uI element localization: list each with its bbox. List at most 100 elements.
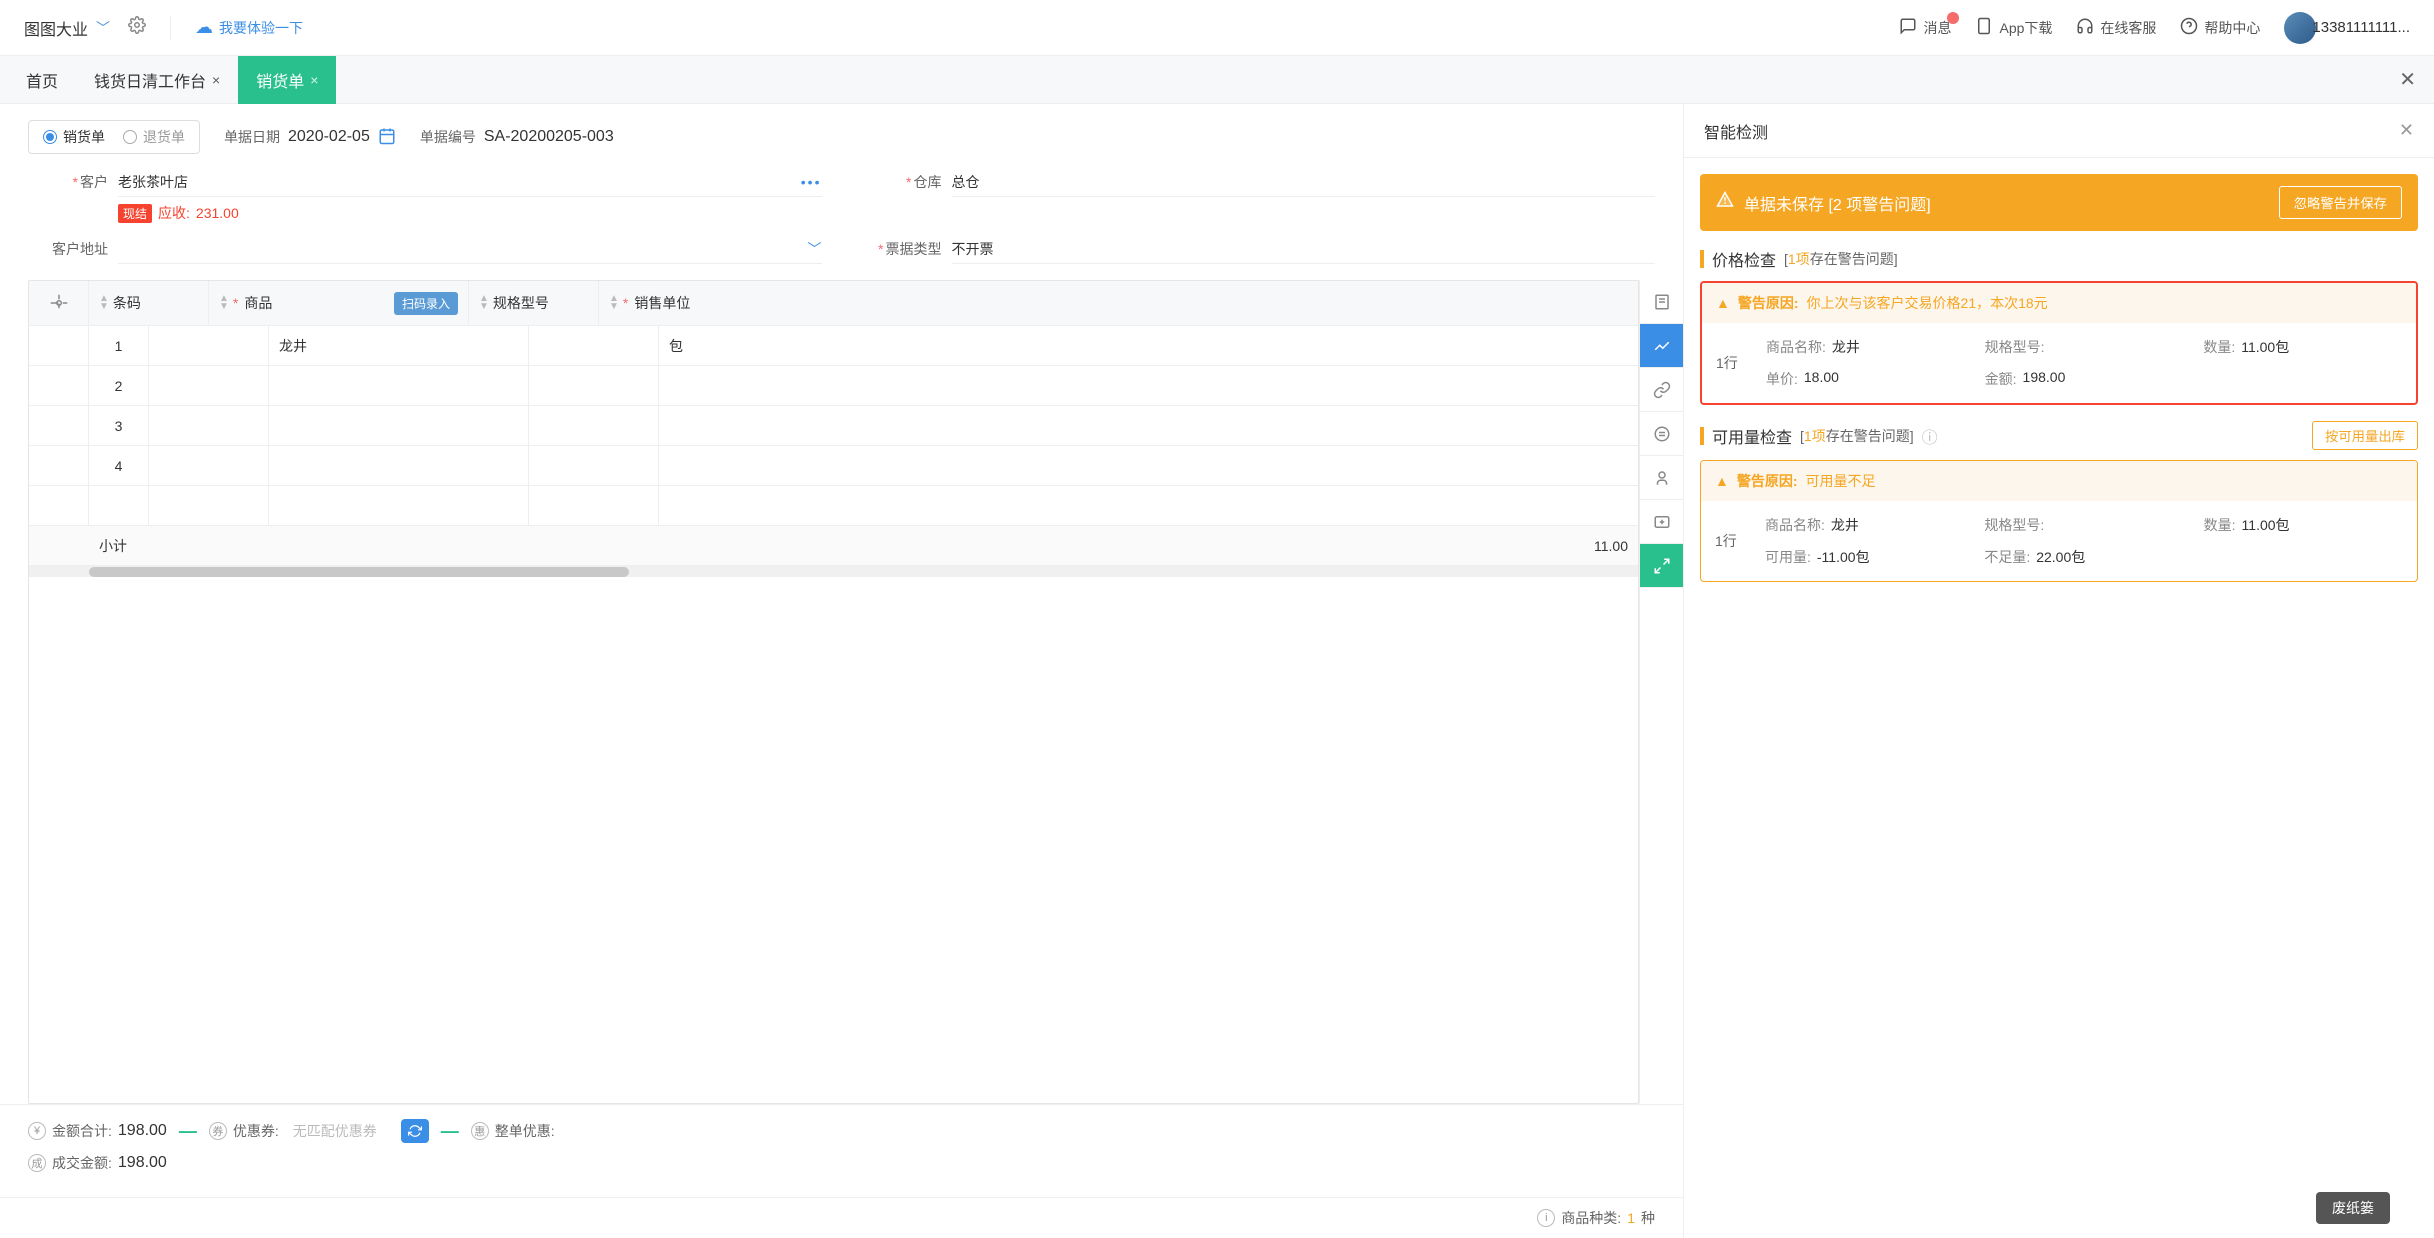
- help-label: 帮助中心: [2204, 18, 2260, 38]
- order-discount: 惠整单优惠:: [471, 1121, 555, 1141]
- side-icon-link[interactable]: [1640, 368, 1683, 412]
- help-center-link[interactable]: 帮助中心: [2180, 17, 2260, 38]
- banner-text: 单据未保存 [2 项警告问题]: [1744, 191, 1931, 215]
- trash-button[interactable]: 废纸篓: [2316, 1192, 2390, 1224]
- warning-icon: ▲: [1716, 295, 1730, 311]
- tab-sales-order[interactable]: 销货单×: [238, 56, 336, 104]
- product-header[interactable]: ▲▼*商品扫码录入: [209, 281, 469, 325]
- side-icon-expand[interactable]: [1640, 544, 1683, 588]
- sort-icon: ▲▼: [479, 295, 489, 311]
- warning-icon: [1716, 191, 1734, 214]
- invoice-input[interactable]: 不开票: [952, 235, 1656, 264]
- row-index: 1行: [1715, 515, 1765, 567]
- calendar-icon[interactable]: [378, 127, 396, 148]
- scan-button[interactable]: 扫码录入: [394, 292, 458, 315]
- chevron-down-icon[interactable]: ﹀: [808, 239, 822, 259]
- coupon-input[interactable]: 无匹配优惠券: [285, 1119, 395, 1143]
- side-icon-person[interactable]: [1640, 456, 1683, 500]
- warehouse-field: *仓库 总仓: [862, 168, 1656, 223]
- notification-dot: [1947, 12, 1959, 24]
- help-icon[interactable]: ⓘ: [1922, 424, 1938, 448]
- customer-input[interactable]: 老张茶叶店 •••: [118, 168, 822, 197]
- bottom-stats: i 商品种类: 1 种: [0, 1197, 1683, 1238]
- ship-by-stock-button[interactable]: 按可用量出库: [2312, 421, 2418, 450]
- app-download-label: App下载: [1999, 18, 2052, 38]
- sort-icon: ▲▼: [609, 295, 619, 311]
- sort-icon: ▲▼: [99, 295, 109, 311]
- stock-warning-card: ▲ 警告原因: 可用量不足 1行 商品名称:龙井 规格型号: 数量:11.00包…: [1700, 460, 2418, 582]
- yen-icon: ¥: [28, 1122, 46, 1140]
- service-label: 在线客服: [2100, 18, 2156, 38]
- order-no-field: 单据编号 SA-20200205-003: [420, 127, 614, 147]
- barcode-header[interactable]: ▲▼条码: [89, 281, 209, 325]
- settle-badge: 现结: [118, 204, 152, 223]
- date-field[interactable]: 单据日期 2020-02-05: [224, 127, 396, 148]
- order-type-group: 销货单 退货单: [28, 120, 200, 154]
- warning-banner: 单据未保存 [2 项警告问题] 忽略警告并保存: [1700, 174, 2418, 231]
- discount-icon: 惠: [471, 1122, 489, 1140]
- help-icon: [2180, 17, 2198, 38]
- table-row[interactable]: 3: [29, 405, 1638, 445]
- app-download-link[interactable]: App下载: [1975, 17, 2052, 38]
- headset-icon: [2076, 17, 2094, 38]
- price-warning-card: ▲ 警告原因: 你上次与该客户交易价格21，本次18元 1行 商品名称:龙井 规…: [1700, 281, 2418, 405]
- close-icon[interactable]: ×: [212, 72, 220, 88]
- receivable-info: 现结 应收: 231.00: [118, 203, 822, 223]
- tab-home[interactable]: 首页: [8, 56, 76, 104]
- side-icon-money[interactable]: [1640, 500, 1683, 544]
- try-experience-link[interactable]: ☁ 我要体验一下: [195, 17, 303, 38]
- message-icon: [1899, 17, 1917, 38]
- table-row[interactable]: 4: [29, 445, 1638, 485]
- address-field: 客户地址 ﹀: [28, 235, 822, 264]
- close-icon[interactable]: ×: [310, 72, 318, 88]
- radio-icon: [43, 130, 57, 144]
- user-phone: 13381111111...: [2312, 19, 2410, 36]
- try-text: 我要体验一下: [219, 18, 303, 38]
- dash-icon: —: [441, 1121, 459, 1142]
- close-icon[interactable]: ✕: [2399, 120, 2414, 141]
- tab-workbench[interactable]: 钱货日清工作台×: [76, 56, 238, 104]
- side-icon-doc[interactable]: [1640, 280, 1683, 324]
- more-icon[interactable]: •••: [801, 174, 822, 190]
- sort-icon: ▲▼: [219, 295, 229, 311]
- org-name: 图图大业: [24, 16, 88, 40]
- ignore-save-button[interactable]: 忽略警告并保存: [2279, 186, 2402, 219]
- row-index: 1行: [1716, 337, 1766, 389]
- divider: [170, 16, 171, 40]
- title-bar: [1700, 427, 1704, 445]
- side-icon-exchange[interactable]: [1640, 412, 1683, 456]
- spec-header[interactable]: ▲▼规格型号: [469, 281, 599, 325]
- table-row[interactable]: 2: [29, 365, 1638, 405]
- dash-icon: —: [179, 1121, 197, 1142]
- org-selector[interactable]: 图图大业 ﹀: [24, 16, 110, 40]
- subtotal-row: 小计 11.00: [29, 525, 1638, 565]
- gear-column[interactable]: [29, 281, 89, 325]
- radio-sale[interactable]: 销货单: [43, 127, 105, 147]
- deal-amount: 成成交金额:198.00: [28, 1153, 167, 1173]
- customer-field: *客户 老张茶叶店 ••• 现结 应收: 231.00: [28, 168, 822, 223]
- unit-header[interactable]: ▲▼*销售单位: [599, 281, 729, 325]
- deal-icon: 成: [28, 1154, 46, 1172]
- price-check-title: 价格检查 [1项存在警告问题]: [1700, 247, 2418, 271]
- title-bar: [1700, 250, 1704, 268]
- messages-link[interactable]: 消息: [1899, 17, 1951, 38]
- side-icon-chart[interactable]: [1640, 324, 1683, 368]
- close-all-icon[interactable]: ✕: [2399, 67, 2416, 92]
- chevron-down-icon: ﹀: [96, 18, 110, 38]
- warehouse-input[interactable]: 总仓: [952, 168, 1656, 197]
- stock-check-title: 可用量检查 [1项存在警告问题] ⓘ 按可用量出库: [1700, 421, 2418, 450]
- user-menu[interactable]: 13381111111...: [2284, 12, 2410, 44]
- radio-return[interactable]: 退货单: [123, 127, 185, 147]
- coupon-icon: 券: [209, 1122, 227, 1140]
- warning-icon: ▲: [1715, 473, 1729, 489]
- gear-icon[interactable]: [128, 16, 146, 39]
- online-service-link[interactable]: 在线客服: [2076, 17, 2156, 38]
- refresh-button[interactable]: [401, 1119, 429, 1143]
- scrollbar-thumb[interactable]: [89, 567, 629, 577]
- invoice-field: *票据类型 不开票: [862, 235, 1656, 264]
- address-input[interactable]: ﹀: [118, 235, 822, 264]
- horizontal-scrollbar[interactable]: [29, 565, 1638, 577]
- radio-icon: [123, 130, 137, 144]
- table-row[interactable]: 1 龙井 包: [29, 325, 1638, 365]
- table-row[interactable]: [29, 485, 1638, 525]
